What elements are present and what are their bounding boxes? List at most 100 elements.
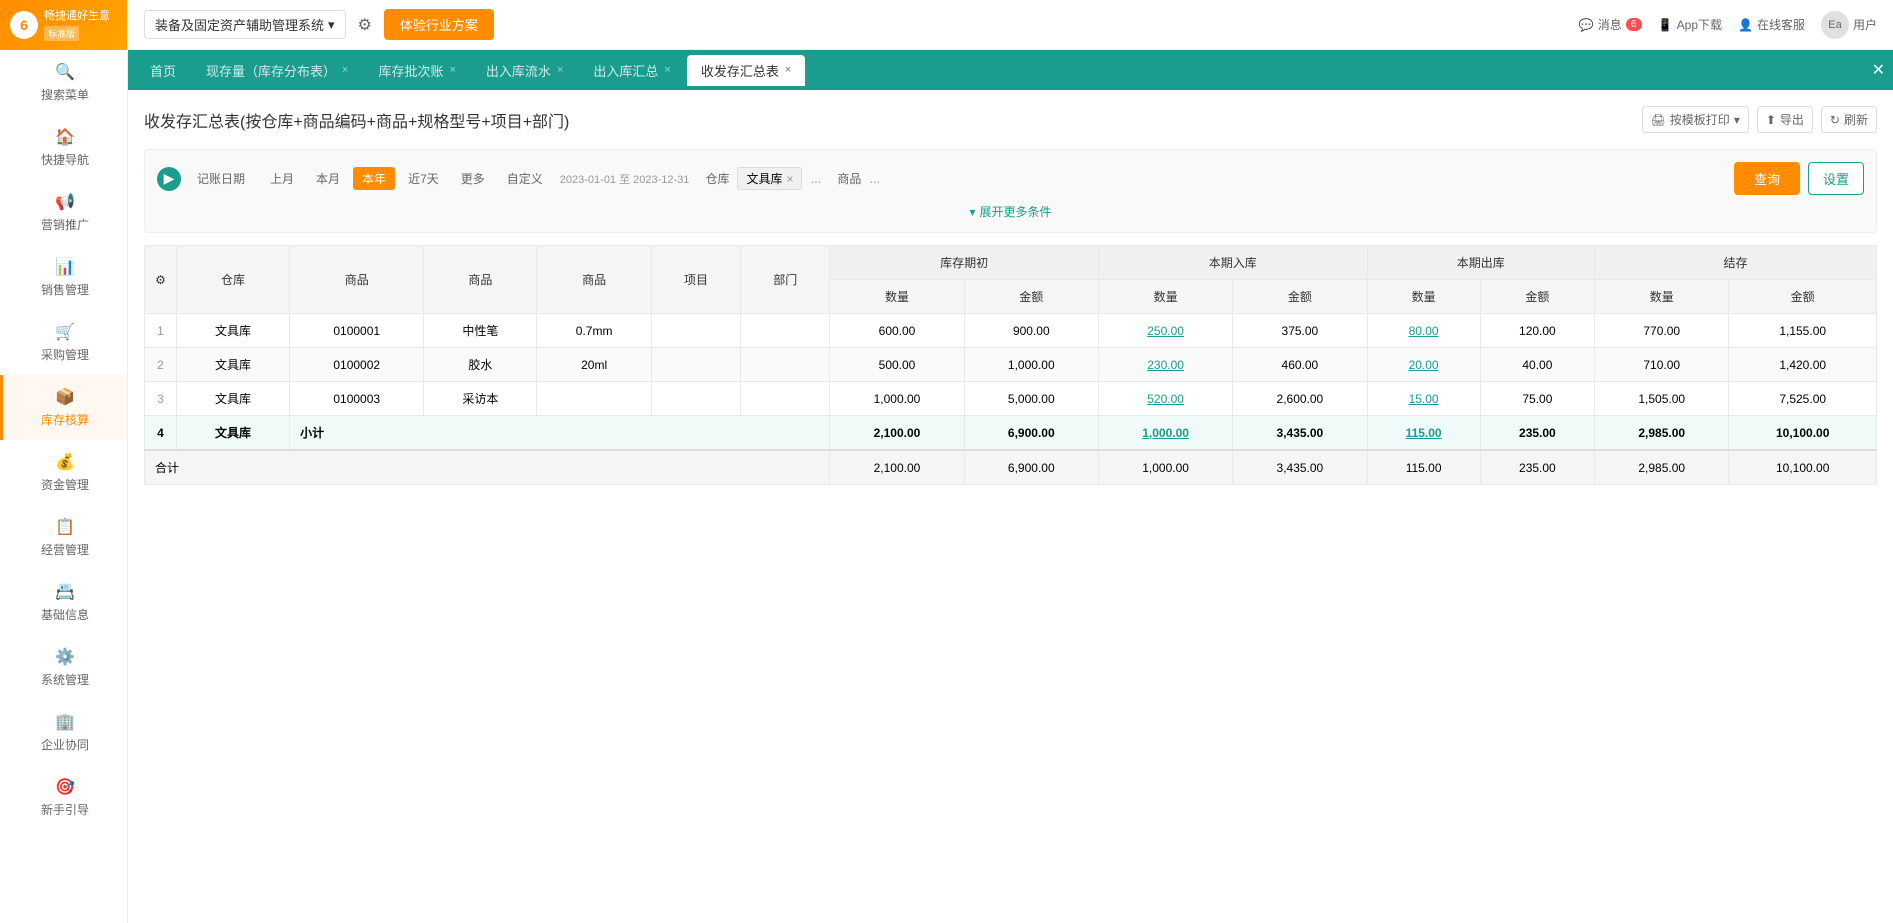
row-in-qty[interactable]: 230.00: [1098, 348, 1232, 382]
date-btn-this-year[interactable]: 本年: [353, 167, 395, 190]
sidebar-item-newbie[interactable]: 🎯 新手引导: [0, 765, 127, 830]
marketing-icon: 📢: [55, 192, 75, 212]
tab-receipt-summary[interactable]: 收发存汇总表 ×: [687, 55, 805, 86]
th-in-qty: 数量: [1098, 280, 1232, 314]
finance-icon: 💰: [55, 452, 75, 472]
row-warehouse: 文具库: [177, 348, 290, 382]
th-out-qty: 数量: [1367, 280, 1480, 314]
sidebar-item-base-info[interactable]: 📇 基础信息: [0, 570, 127, 635]
sales-icon: 📊: [55, 257, 75, 277]
row-out-qty[interactable]: 80.00: [1367, 314, 1480, 348]
warehouse-more-dots[interactable]: ...: [810, 171, 821, 186]
row-num: 2: [145, 348, 177, 382]
subtotal-out-qty[interactable]: 115.00: [1367, 416, 1480, 451]
expand-more-conditions[interactable]: ▾ 展开更多条件: [157, 203, 1864, 220]
tab-home[interactable]: 首页: [136, 55, 190, 86]
footer-total-row: 合计 2,100.00 6,900.00 1,000.00 3,435.00 1…: [145, 450, 1877, 485]
warehouse-tag-close[interactable]: ×: [786, 172, 793, 186]
sidebar-item-quicknav[interactable]: 🏠 快捷导航: [0, 115, 127, 180]
tab-close-receipt-summary[interactable]: ×: [785, 64, 791, 76]
query-button[interactable]: 查询: [1734, 162, 1800, 195]
date-btn-7days[interactable]: 近7天: [399, 167, 448, 190]
row-spec: [537, 382, 651, 416]
system-title: 装备及固定资产辅助管理系统: [155, 15, 324, 34]
row-open-amount: 5,000.00: [964, 382, 1098, 416]
filter-expand-btn[interactable]: ▶: [157, 167, 181, 191]
date-btn-last-month[interactable]: 上月: [261, 167, 303, 190]
sidebar-item-marketing[interactable]: 📢 营销推广: [0, 180, 127, 245]
message-action[interactable]: 💬 消息 6: [1579, 16, 1642, 33]
tab-close-inout-flow[interactable]: ×: [557, 64, 563, 76]
sidebar-item-sales[interactable]: 📊 销售管理: [0, 245, 127, 310]
message-icon: 💬: [1579, 18, 1594, 32]
th-group-open: 库存期初: [830, 246, 1099, 280]
th-warehouse: 仓库: [177, 246, 290, 314]
footer-open-qty: 2,100.00: [830, 450, 964, 485]
row-in-qty[interactable]: 250.00: [1098, 314, 1232, 348]
tabbar: 首页 现存量（库存分布表） × 库存批次账 × 出入库流水 × 出入库汇总 × …: [128, 50, 1893, 90]
tab-close-inout-summary[interactable]: ×: [664, 64, 670, 76]
sidebar-item-finance[interactable]: 💰 资金管理: [0, 440, 127, 505]
sidebar-item-system[interactable]: ⚙️ 系统管理: [0, 635, 127, 700]
print-button[interactable]: 🖨 按模板打印 ▾: [1642, 106, 1749, 133]
th-name: 商品: [424, 246, 537, 314]
filter-bar: ▶ 记账日期 上月 本月 本年 近7天 更多 自定义 2023-01-01 至 …: [144, 149, 1877, 233]
tab-inout-flow[interactable]: 出入库流水 ×: [472, 55, 577, 86]
footer-bal-qty: 2,985.00: [1595, 450, 1729, 485]
subtotal-open-amount: 6,900.00: [964, 416, 1098, 451]
tab-inout-summary[interactable]: 出入库汇总 ×: [579, 55, 684, 86]
row-code: 0100003: [290, 382, 424, 416]
th-open-amount: 金额: [964, 280, 1098, 314]
page-title-bar: 收发存汇总表(按仓库+商品编码+商品+规格型号+项目+部门) 🖨 按模板打印 ▾…: [144, 106, 1877, 133]
footer-out-qty: 115.00: [1367, 450, 1480, 485]
message-badge: 6: [1626, 18, 1642, 31]
tab-inventory-dist[interactable]: 现存量（库存分布表） ×: [192, 55, 362, 86]
tab-close-batch[interactable]: ×: [449, 64, 455, 76]
page-title-text: 收发存汇总表(按仓库+商品编码+商品+规格型号+项目+部门): [144, 108, 569, 132]
th-out-amount: 金额: [1480, 280, 1594, 314]
service-icon: 👤: [1738, 18, 1753, 32]
row-out-qty[interactable]: 20.00: [1367, 348, 1480, 382]
chevron-down-icon: ▾: [328, 17, 335, 33]
sidebar-item-search[interactable]: 🔍 搜索菜单: [0, 50, 127, 115]
subtotal-in-qty[interactable]: 1,000.00: [1098, 416, 1232, 451]
sidebar-item-inventory[interactable]: 📦 库存核算: [0, 375, 127, 440]
date-btn-custom[interactable]: 自定义: [498, 167, 552, 190]
sidebar-item-enterprise[interactable]: 🏢 企业协同: [0, 700, 127, 765]
row-out-amount: 75.00: [1480, 382, 1594, 416]
goods-more-dots[interactable]: ...: [869, 171, 880, 186]
row-open-amount: 900.00: [964, 314, 1098, 348]
row-out-qty[interactable]: 15.00: [1367, 382, 1480, 416]
table-row: 2 文具库 0100002 胶水 20ml 500.00 1,000.00 23…: [145, 348, 1877, 382]
footer-bal-amount: 10,100.00: [1729, 450, 1877, 485]
subtotal-bal-qty: 2,985.00: [1595, 416, 1729, 451]
row-spec: 20ml: [537, 348, 651, 382]
settings-button[interactable]: 设置: [1808, 162, 1864, 195]
table-settings-header[interactable]: ⚙: [145, 246, 177, 314]
user-action[interactable]: Ea 用户: [1821, 11, 1877, 39]
row-in-qty[interactable]: 520.00: [1098, 382, 1232, 416]
date-range-display: 2023-01-01 至 2023-12-31: [560, 171, 690, 187]
main-content: 装备及固定资产辅助管理系统 ▾ ⚙ 体验行业方案 💬 消息 6 📱 App下载 …: [128, 0, 1893, 923]
export-button[interactable]: ⬆ 导出: [1757, 106, 1813, 133]
date-btn-this-month[interactable]: 本月: [307, 167, 349, 190]
sidebar-item-operations[interactable]: 📋 经营管理: [0, 505, 127, 570]
tab-batch-account[interactable]: 库存批次账 ×: [364, 55, 469, 86]
row-in-amount: 460.00: [1233, 348, 1367, 382]
refresh-button[interactable]: ↻ 刷新: [1821, 106, 1877, 133]
online-service-label: 在线客服: [1757, 16, 1805, 33]
sidebar-logo: 6 畅捷通好生意 标准版: [0, 0, 127, 50]
row-in-amount: 375.00: [1233, 314, 1367, 348]
tab-close-inventory-dist[interactable]: ×: [342, 64, 348, 76]
date-btn-more[interactable]: 更多: [452, 167, 494, 190]
gear-icon[interactable]: ⚙: [358, 15, 372, 35]
app-download-action[interactable]: 📱 App下载: [1658, 16, 1722, 33]
tabbar-close-icon[interactable]: ✕: [1872, 60, 1885, 80]
print-icon: 🖨: [1651, 113, 1666, 127]
trial-button[interactable]: 体验行业方案: [384, 9, 494, 40]
sidebar-item-purchase[interactable]: 🛒 采购管理: [0, 310, 127, 375]
row-dept: [741, 314, 830, 348]
system-select[interactable]: 装备及固定资产辅助管理系统 ▾: [144, 10, 346, 39]
online-service-action[interactable]: 👤 在线客服: [1738, 16, 1805, 33]
footer-open-amount: 6,900.00: [964, 450, 1098, 485]
